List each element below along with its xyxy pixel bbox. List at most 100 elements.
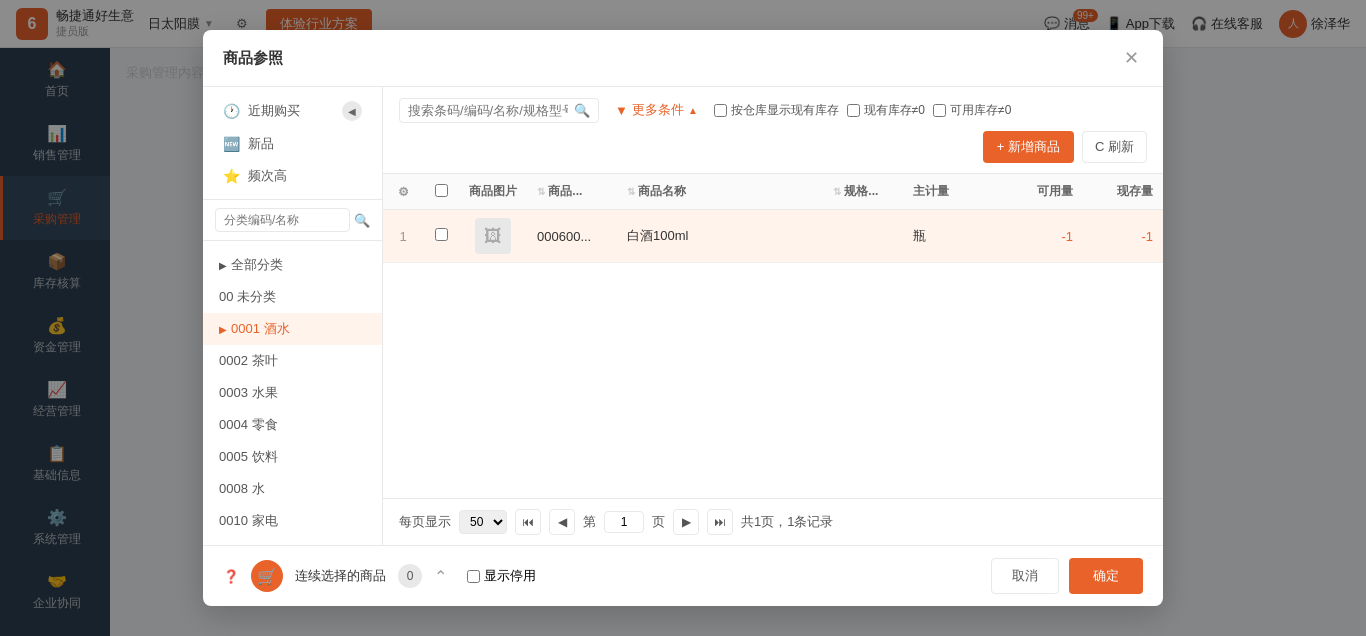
recent-icon: 🕐 (223, 103, 240, 119)
product-search-icon[interactable]: 🔍 (574, 103, 590, 118)
page-input[interactable] (604, 511, 644, 533)
product-table: ⚙ 商品图片 ⇅ 商品... (383, 174, 1163, 263)
cat-item-2[interactable]: 0002 茶叶 (203, 345, 382, 377)
new-icon: 🆕 (223, 136, 240, 152)
help-icon[interactable]: ❓ (223, 569, 239, 584)
cat-item-0[interactable]: 00 未分类 (203, 281, 382, 313)
cat-item-5[interactable]: 0005 饮料 (203, 441, 382, 473)
row-spec (823, 210, 903, 263)
product-reference-modal: 商品参照 ✕ 🕐 近期购买 ◀ 🆕 新品 (203, 30, 1163, 606)
modal-title: 商品参照 (223, 49, 283, 68)
page-label: 第 (583, 513, 596, 531)
row-checkbox[interactable] (423, 210, 459, 263)
next-page-button[interactable]: ▶ (673, 509, 699, 535)
quick-label: 频次高 (248, 167, 287, 185)
table-row[interactable]: 1 🖼 000600... 白酒100ml (383, 210, 1163, 263)
available-stock-checkbox[interactable] (933, 104, 946, 117)
row-available: -1 (983, 210, 1083, 263)
th-spec: ⇅ 规格... (823, 174, 903, 210)
category-search-input[interactable] (215, 208, 350, 232)
modal-overlay[interactable]: 商品参照 ✕ 🕐 近期购买 ◀ 🆕 新品 (0, 0, 1366, 636)
current-stock-checkbox[interactable] (847, 104, 860, 117)
row-code: 000600... (527, 210, 617, 263)
active-tri-icon: ▶ (219, 324, 227, 335)
product-table-wrap: ⚙ 商品图片 ⇅ 商品... (383, 174, 1163, 498)
quick-label: 新品 (248, 135, 274, 153)
filter-icon: ▼ (615, 103, 628, 118)
settings-icon[interactable]: ⚙ (398, 185, 409, 199)
category-search: 🔍 (203, 200, 382, 241)
per-page-select[interactable]: 50 (459, 510, 507, 534)
row-name: 白酒100ml (617, 210, 823, 263)
row-num: 1 (383, 210, 423, 263)
product-table-body: 1 🖼 000600... 白酒100ml (383, 210, 1163, 263)
modal-footer: ❓ 🛒 连续选择的商品 0 ⌃ 显示停用 取消 确定 (203, 545, 1163, 606)
show-disabled-wrap: 显示停用 (467, 567, 536, 585)
modal-close-button[interactable]: ✕ (1119, 46, 1143, 70)
product-toolbar: 🔍 ▼ 更多条件 ▲ 按仓库显示现有库存 现有库存≠0 (383, 87, 1163, 174)
toolbar-right: + 新增商品 C 刷新 (983, 131, 1147, 163)
available-stock-checkbox-label[interactable]: 可用库存≠0 (933, 102, 1011, 119)
th-available: 可用量 (983, 174, 1083, 210)
product-image-placeholder: 🖼 (475, 218, 511, 254)
product-search-box: 🔍 (399, 98, 599, 123)
prev-page-button[interactable]: ◀ (549, 509, 575, 535)
current-stock-checkbox-label[interactable]: 现有库存≠0 (847, 102, 925, 119)
row-unit: 瓶 (903, 210, 983, 263)
footer-actions: 取消 确定 (991, 558, 1143, 594)
cat-item-7[interactable]: 0010 家电 (203, 505, 382, 537)
warehouse-checkbox[interactable] (714, 104, 727, 117)
modal-body: 🕐 近期购买 ◀ 🆕 新品 ⭐ 频次高 🔍 (203, 87, 1163, 545)
cat-item-4[interactable]: 0004 零食 (203, 409, 382, 441)
row-image: 🖼 (459, 210, 527, 263)
cat-item-1[interactable]: ▶ 0001 酒水 (203, 313, 382, 345)
refresh-button[interactable]: C 刷新 (1082, 131, 1147, 163)
pagination-bar: 每页显示 50 ⏮ ◀ 第 页 ▶ ⏭ 共1页，1条记录 (383, 498, 1163, 545)
cat-item-6[interactable]: 0008 水 (203, 473, 382, 505)
show-disabled-label: 显示停用 (484, 567, 536, 585)
category-list: ▶ 全部分类 00 未分类 ▶ 0001 酒水 0002 茶叶 0003 水果 (203, 241, 382, 545)
chevron-up-icon: ▲ (688, 105, 698, 116)
show-disabled-checkbox[interactable] (467, 570, 480, 583)
th-settings: ⚙ (383, 174, 423, 210)
th-name: ⇅ 商品名称 (617, 174, 823, 210)
first-page-button[interactable]: ⏮ (515, 509, 541, 535)
cart-count: 0 (398, 564, 422, 588)
page-suffix: 页 (652, 513, 665, 531)
add-product-button[interactable]: + 新增商品 (983, 131, 1074, 163)
modal-header: 商品参照 ✕ (203, 30, 1163, 87)
collapse-icon[interactable]: ⌃ (434, 567, 447, 586)
collapse-button[interactable]: ◀ (342, 101, 362, 121)
product-search-input[interactable] (408, 103, 568, 118)
confirm-button[interactable]: 确定 (1069, 558, 1143, 594)
cat-item-all[interactable]: ▶ 全部分类 (203, 249, 382, 281)
th-code: ⇅ 商品... (527, 174, 617, 210)
select-all-checkbox[interactable] (435, 184, 448, 197)
sort-icon: ⇅ (627, 186, 635, 197)
table-header-row: ⚙ 商品图片 ⇅ 商品... (383, 174, 1163, 210)
category-search-icon[interactable]: 🔍 (354, 213, 370, 228)
sort-icon: ⇅ (833, 186, 841, 197)
row-select-checkbox[interactable] (435, 228, 448, 241)
cat-item-3[interactable]: 0003 水果 (203, 377, 382, 409)
expand-icon: ▶ (219, 260, 227, 271)
last-page-button[interactable]: ⏭ (707, 509, 733, 535)
cancel-button[interactable]: 取消 (991, 558, 1059, 594)
quick-item-frequent[interactable]: ⭐ 频次高 (215, 161, 370, 191)
page-total: 共1页，1条记录 (741, 513, 833, 531)
filter-button[interactable]: ▼ 更多条件 ▲ (607, 97, 706, 123)
row-stock: -1 (1083, 210, 1163, 263)
category-quick: 🕐 近期购买 ◀ 🆕 新品 ⭐ 频次高 (203, 87, 382, 200)
quick-item-new[interactable]: 🆕 新品 (215, 129, 370, 159)
th-checkbox (423, 174, 459, 210)
th-image: 商品图片 (459, 174, 527, 210)
warehouse-checkbox-label[interactable]: 按仓库显示现有库存 (714, 102, 839, 119)
quick-item-recent[interactable]: 🕐 近期购买 ◀ (215, 95, 370, 127)
quick-label: 近期购买 (248, 102, 300, 120)
frequent-icon: ⭐ (223, 168, 240, 184)
cart-icon[interactable]: 🛒 (251, 560, 283, 592)
cart-label: 连续选择的商品 (295, 567, 386, 585)
sort-icon: ⇅ (537, 186, 545, 197)
category-panel: 🕐 近期购买 ◀ 🆕 新品 ⭐ 频次高 🔍 (203, 87, 383, 545)
th-unit: 主计量 (903, 174, 983, 210)
